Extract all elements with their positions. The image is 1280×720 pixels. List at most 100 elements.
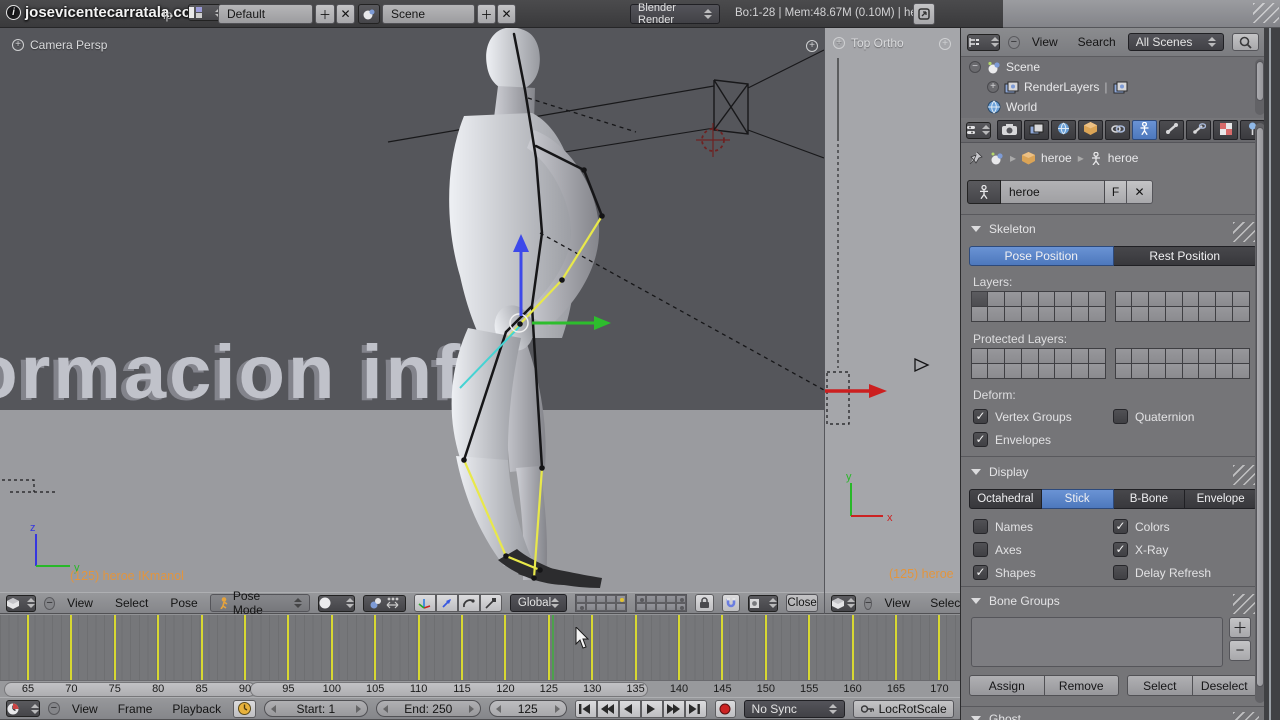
protected-layers-grid-1[interactable] xyxy=(970,347,1106,379)
editor-type-button-properties[interactable] xyxy=(966,121,991,139)
delete-scene-button[interactable]: ✕ xyxy=(497,4,516,24)
menu-frame[interactable]: Frame xyxy=(114,702,157,716)
keying-set-select[interactable]: LocRotScale xyxy=(853,699,954,718)
properties-tab-render[interactable] xyxy=(997,120,1022,140)
prev-keyframe-button[interactable] xyxy=(596,699,619,718)
layer-toggle-10[interactable] xyxy=(1004,305,1022,322)
editor-type-button-3dview[interactable] xyxy=(6,594,37,612)
layer-toggle-14[interactable] xyxy=(1071,305,1089,322)
layer-toggle-3[interactable] xyxy=(1020,290,1039,307)
pin-icon[interactable] xyxy=(969,151,983,165)
jump-start-button[interactable] xyxy=(574,699,597,718)
remove-bone-group-button[interactable]: − xyxy=(1229,640,1251,661)
rotate-manipulator-button[interactable] xyxy=(457,594,480,612)
layer-toggle-3[interactable] xyxy=(1020,347,1039,364)
layer-toggle-11[interactable] xyxy=(1020,362,1039,379)
layer-toggle-13[interactable] xyxy=(1054,362,1072,379)
properties-region-plus-icon[interactable]: + xyxy=(806,40,818,52)
editor-type-button-outliner[interactable] xyxy=(967,33,1000,51)
screen-layout-select[interactable]: Default xyxy=(218,4,313,24)
layer-toggle-2[interactable] xyxy=(1148,290,1166,307)
checkbox-box[interactable] xyxy=(1113,409,1128,424)
outliner-item-renderlayers[interactable]: + RenderLayers | xyxy=(961,77,1265,97)
outliner-item-label[interactable]: World xyxy=(1006,100,1037,114)
layer-toggle-0[interactable] xyxy=(1114,290,1133,307)
layer-toggle-6[interactable] xyxy=(1071,290,1089,307)
layer-toggle-5[interactable] xyxy=(1198,347,1216,364)
armature-layers-grid-2[interactable] xyxy=(1114,290,1250,322)
render-preview-select[interactable] xyxy=(748,594,779,612)
checkbox-colors[interactable]: ✓ Colors xyxy=(1113,519,1255,534)
layer-toggle-10[interactable] xyxy=(1148,362,1166,379)
current-frame-field[interactable]: 125 xyxy=(488,700,567,717)
panel-grip[interactable] xyxy=(1233,712,1259,720)
layer-toggle-9[interactable] xyxy=(987,362,1005,379)
outliner-item-world[interactable]: World xyxy=(961,97,1265,117)
breadcrumb-data[interactable]: heroe xyxy=(1108,151,1139,165)
select-button[interactable]: Select xyxy=(1127,675,1193,696)
outliner-item-scene[interactable]: − Scene xyxy=(961,57,1265,77)
layer-toggle-12[interactable] xyxy=(1037,305,1056,322)
layer-toggle-1[interactable] xyxy=(987,347,1005,364)
deselect-button[interactable]: Deselect xyxy=(1192,675,1257,696)
layer-toggle-9[interactable] xyxy=(1131,362,1149,379)
viewport-top-canvas[interactable]: y x (125) heroe xyxy=(825,28,960,592)
layer-toggle-15[interactable] xyxy=(1087,305,1106,322)
layer-toggle-8[interactable] xyxy=(970,305,989,322)
layer-toggle-5[interactable] xyxy=(1054,347,1072,364)
fake-user-button[interactable]: F xyxy=(1105,180,1127,204)
menu-playback[interactable]: Playback xyxy=(168,702,225,716)
layer-toggle-8[interactable] xyxy=(1114,305,1133,322)
checkbox-box[interactable]: ✓ xyxy=(973,432,988,447)
layer-toggle-4[interactable] xyxy=(1181,347,1200,364)
layer-toggle-15[interactable] xyxy=(1231,362,1250,379)
layer-toggle-12[interactable] xyxy=(1181,305,1200,322)
breadcrumb-object[interactable]: heroe xyxy=(1041,151,1072,165)
viewport-3d-main[interactable]: formacion inf formacion inf xyxy=(0,27,825,592)
layer-toggle-7[interactable] xyxy=(1087,290,1106,307)
renderlayers-icon[interactable] xyxy=(1113,81,1128,94)
timeline-canvas[interactable] xyxy=(0,614,960,680)
outliner-item-label[interactable]: RenderLayers xyxy=(1024,80,1099,94)
checkbox-quaternion[interactable]: Quaternion xyxy=(1113,409,1255,424)
plus-icon-right[interactable]: + xyxy=(939,38,951,50)
properties-tab-scene[interactable] xyxy=(1051,120,1076,140)
checkbox-shapes[interactable]: ✓ Shapes xyxy=(973,565,1113,580)
menu-view[interactable]: View xyxy=(880,596,914,610)
snap-button[interactable] xyxy=(721,594,741,612)
object-cube-icon[interactable] xyxy=(1022,151,1036,165)
layers-grid-1[interactable] xyxy=(575,594,628,612)
duplicate-window-icon[interactable] xyxy=(913,3,935,25)
layer-toggle-15[interactable] xyxy=(1231,305,1250,322)
layer-toggle-14[interactable] xyxy=(1215,362,1233,379)
layer-toggle-11[interactable] xyxy=(1020,305,1039,322)
menu-select[interactable]: Select xyxy=(111,596,152,610)
layer-toggle-7[interactable] xyxy=(1087,347,1106,364)
layer-toggle-9[interactable] xyxy=(987,305,1005,322)
datablock-name-input[interactable]: heroe xyxy=(1001,180,1105,204)
properties-tab-object[interactable] xyxy=(1078,120,1103,140)
layer-toggle-13[interactable] xyxy=(1198,305,1216,322)
viewport-shading-select[interactable] xyxy=(317,594,355,612)
display-mode-b-bone[interactable]: B-Bone xyxy=(1113,489,1186,509)
viewport-3d-top[interactable]: y x (125) heroe + Top Ortho + xyxy=(825,28,960,592)
add-bone-group-button[interactable]: ＋ xyxy=(1229,617,1251,638)
menu-pose[interactable]: Pose xyxy=(166,596,201,610)
scale-manipulator-button[interactable] xyxy=(479,594,502,612)
scene-select[interactable]: Scene xyxy=(382,4,475,24)
checkbox-box[interactable]: ✓ xyxy=(973,409,988,424)
checkbox-box[interactable] xyxy=(973,542,988,557)
layer-toggle-7[interactable] xyxy=(1231,347,1250,364)
collapse-icon[interactable]: − xyxy=(969,61,981,73)
layer-toggle-0[interactable] xyxy=(1114,347,1133,364)
expand-icon[interactable]: + xyxy=(987,81,999,93)
transform-orientation-select[interactable]: Global xyxy=(509,594,568,612)
layer-toggle-6[interactable] xyxy=(1215,290,1233,307)
layer-toggle-14[interactable] xyxy=(1071,362,1089,379)
layer-toggle-13[interactable] xyxy=(1198,362,1216,379)
layer-toggle-8[interactable] xyxy=(1114,362,1133,379)
next-keyframe-button[interactable] xyxy=(662,699,685,718)
outliner-search-button[interactable] xyxy=(1231,33,1259,51)
menu-view[interactable]: View xyxy=(68,702,102,716)
menu-search[interactable]: Search xyxy=(1074,35,1120,49)
